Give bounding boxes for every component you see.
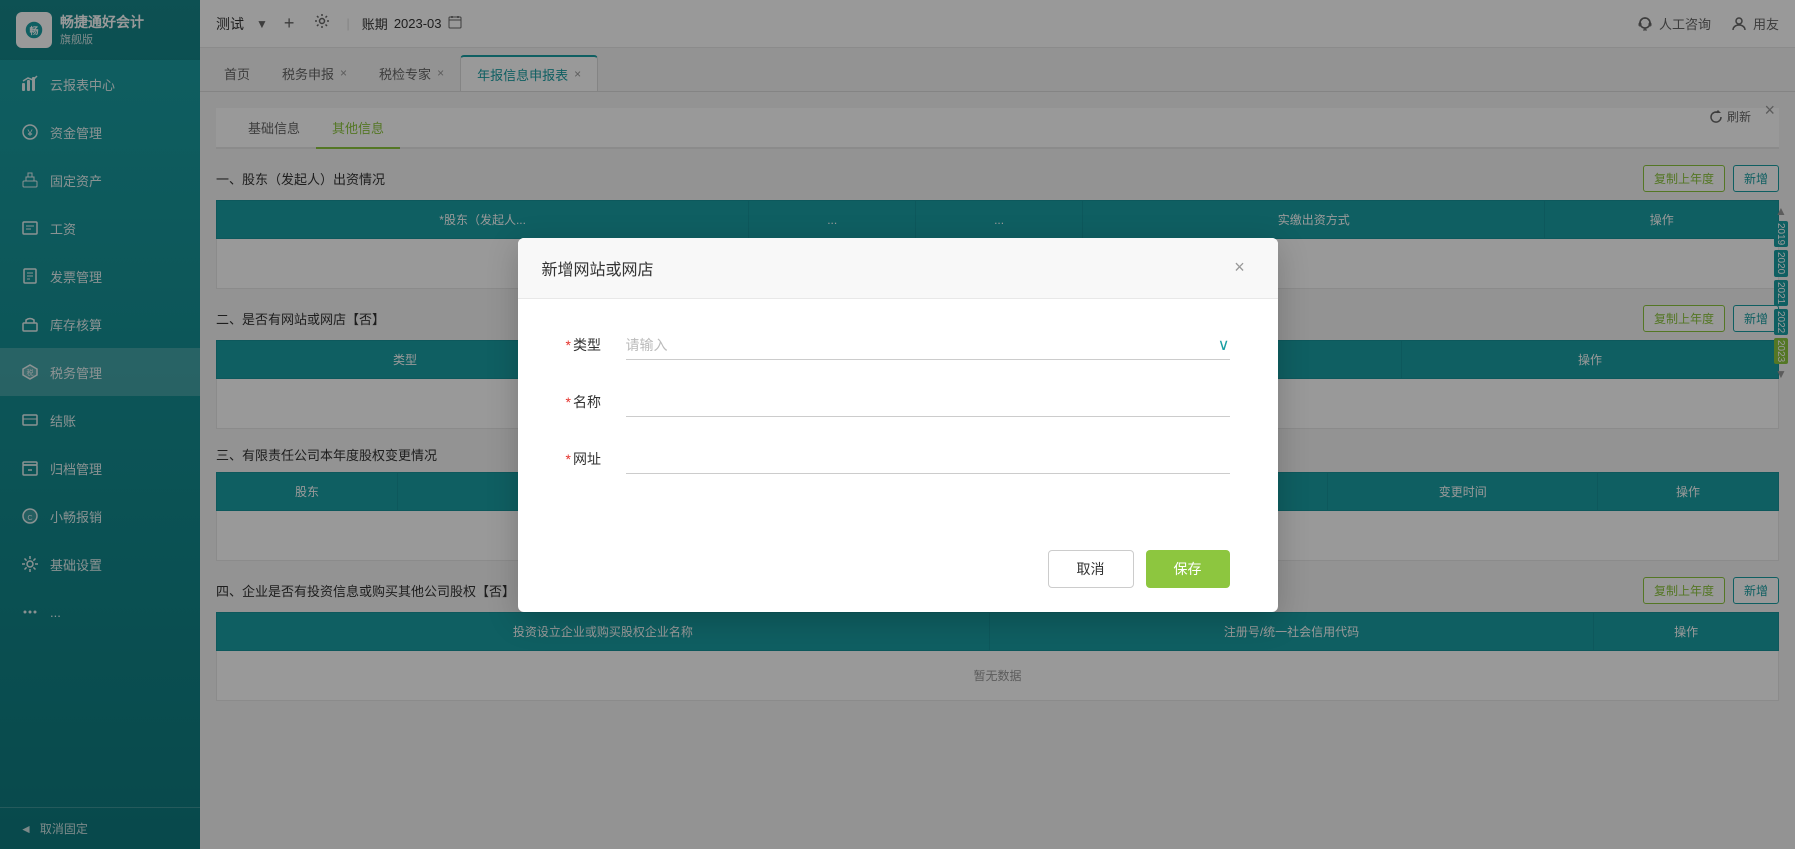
url-input-wrap: [626, 445, 1230, 474]
type-input[interactable]: [626, 331, 1230, 360]
modal-overlay: 新增网站或网店 × *类型 ∨ *名称: [0, 0, 1795, 849]
dialog-header: 新增网站或网店 ×: [518, 238, 1278, 299]
dialog-title: 新增网站或网店: [542, 256, 654, 280]
type-input-wrap: ∨: [626, 331, 1230, 360]
name-input-wrap: [626, 388, 1230, 417]
save-button[interactable]: 保存: [1146, 550, 1230, 588]
type-required-mark: *: [566, 337, 571, 353]
type-field: *类型 ∨: [566, 331, 1230, 360]
cancel-button[interactable]: 取消: [1048, 550, 1134, 588]
dialog-body: *类型 ∨ *名称 *网址: [518, 299, 1278, 534]
url-field: *网址: [566, 445, 1230, 474]
type-label: *类型: [566, 335, 626, 355]
add-website-dialog: 新增网站或网店 × *类型 ∨ *名称: [518, 238, 1278, 612]
dialog-footer: 取消 保存: [518, 534, 1278, 612]
url-label: *网址: [566, 449, 626, 469]
name-required-mark: *: [566, 394, 571, 410]
name-field: *名称: [566, 388, 1230, 417]
name-label: *名称: [566, 392, 626, 412]
name-input[interactable]: [626, 388, 1230, 417]
url-required-mark: *: [566, 451, 571, 467]
url-input[interactable]: [626, 445, 1230, 474]
dialog-close-button[interactable]: ×: [1226, 254, 1254, 282]
